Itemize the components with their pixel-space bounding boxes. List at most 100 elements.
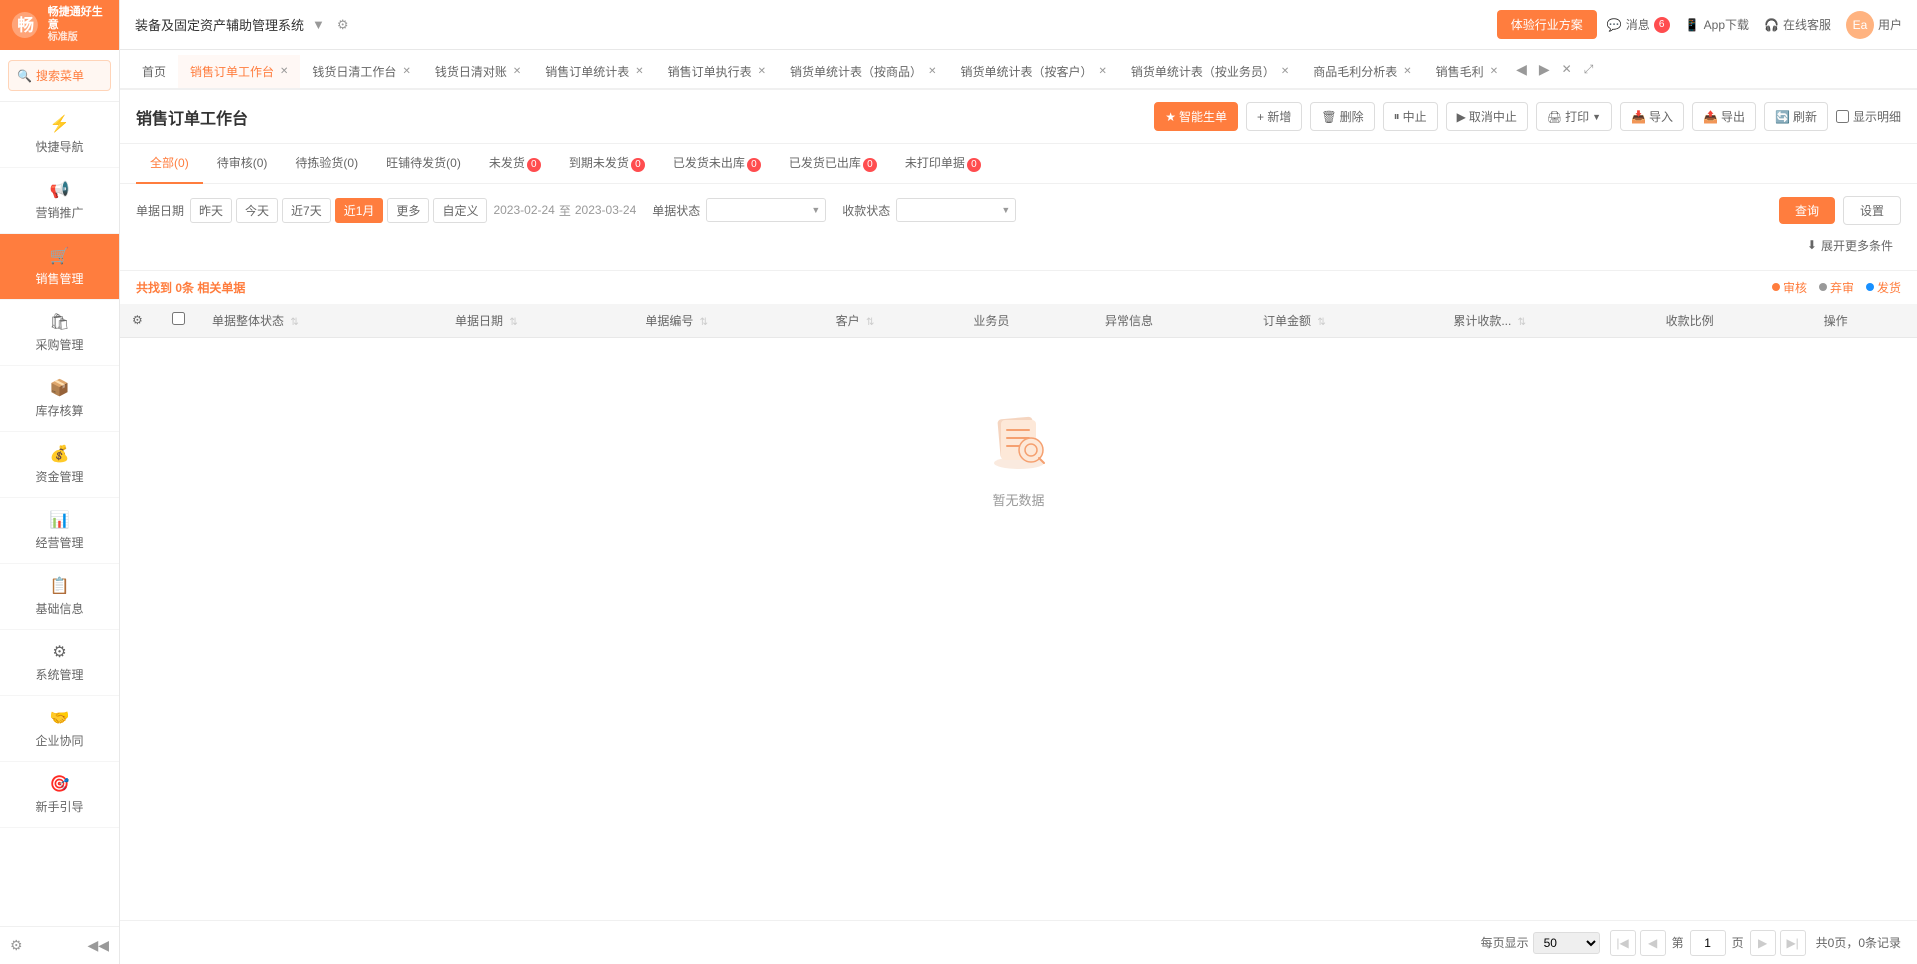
smart-create-button[interactable]: ★ 智能生单 (1154, 102, 1238, 131)
sort-collected-icon: ⇅ (1518, 317, 1526, 328)
tab-sales-exec[interactable]: 销售订单执行表 ✕ (656, 55, 778, 90)
expand-filter-button[interactable]: ⬇ 展开更多条件 (1799, 233, 1901, 258)
sidebar-item-operations[interactable]: 📊 经营管理 (0, 498, 119, 564)
message-button[interactable]: 💬 消息 6 (1607, 16, 1670, 33)
sidebar-item-sales[interactable]: 🛒 销售管理 (0, 234, 119, 300)
trial-button[interactable]: 体验行业方案 (1497, 10, 1597, 39)
th-number[interactable]: 单据编号 ⇅ (633, 304, 823, 338)
select-all-checkbox[interactable] (172, 312, 185, 325)
page-first-btn[interactable]: |◀ (1610, 930, 1636, 956)
tab-sales-profit[interactable]: 销售毛利 ✕ (1424, 55, 1510, 90)
tab-close-sales-stat-staff[interactable]: ✕ (1281, 66, 1289, 77)
sidebar-item-system[interactable]: ⚙ 系统管理 (0, 630, 119, 696)
sub-tab-pending-inspect[interactable]: 待拣验货(0) (281, 144, 372, 184)
sub-tab-all[interactable]: 全部(0) (136, 144, 203, 184)
tab-cash-daily[interactable]: 钱货日清工作台 ✕ (300, 55, 422, 90)
th-date[interactable]: 单据日期 ⇅ (443, 304, 633, 338)
sidebar-item-quick-nav[interactable]: ⚡ 快捷导航 (0, 102, 119, 168)
review-action-btn[interactable]: 审核 (1772, 279, 1807, 296)
tab-sales-stat-staff[interactable]: 销货单统计表（按业务员） ✕ (1119, 55, 1301, 90)
tab-close-cash-daily[interactable]: ✕ (402, 66, 410, 77)
tab-close-sales-profit[interactable]: ✕ (1490, 66, 1498, 77)
date-btn-7days[interactable]: 近7天 (282, 198, 331, 223)
tab-nav-prev[interactable]: ◀ (1510, 57, 1533, 82)
tab-sales-stat[interactable]: 销售订单统计表 ✕ (533, 55, 655, 90)
tab-maximize[interactable]: ⤢ (1578, 58, 1600, 81)
tab-close-sales-stat-product[interactable]: ✕ (928, 66, 936, 77)
tab-close-sales-stat-customer[interactable]: ✕ (1098, 66, 1106, 77)
th-status[interactable]: 单据整体状态 ⇅ (200, 304, 443, 338)
tab-close-cash-reconcile[interactable]: ✕ (513, 66, 521, 77)
payment-select[interactable] (896, 198, 1016, 222)
app-logo[interactable]: 畅 畅捷通好生意 标准版 (0, 0, 119, 50)
th-collected[interactable]: 累计收款... ⇅ (1441, 304, 1653, 338)
page-next-btn[interactable]: ▶ (1750, 930, 1776, 956)
cancel-review-action-btn[interactable]: 弃审 (1819, 279, 1854, 296)
th-amount[interactable]: 订单金额 ⇅ (1251, 304, 1441, 338)
search-menu-button[interactable]: 🔍 搜索菜单 (8, 60, 111, 91)
sidebar-item-guide[interactable]: 🎯 新手引导 (0, 762, 119, 828)
setting-button[interactable]: 设置 (1843, 196, 1901, 225)
date-btn-today[interactable]: 今天 (236, 198, 278, 223)
sub-tab-shipped-out[interactable]: 已发货已出库0 (775, 144, 891, 184)
collapse-icon[interactable]: ◀◀ (87, 937, 109, 954)
ship-action-btn[interactable]: 发货 (1866, 279, 1901, 296)
sub-tab-overdue-ship[interactable]: 到期未发货0 (555, 144, 659, 184)
tab-cash-reconcile[interactable]: 钱货日清对账 ✕ (423, 55, 533, 90)
sidebar-item-marketing[interactable]: 📢 营销推广 (0, 168, 119, 234)
page-size-dropdown[interactable]: 50 10 20 100 (1533, 932, 1600, 954)
export-icon: 📤 (1703, 110, 1718, 124)
user-area[interactable]: Ea 用户 (1846, 11, 1902, 39)
date-filter-label: 单据日期 (136, 202, 184, 219)
settings-bottom-icon[interactable]: ⚙ (10, 937, 23, 954)
export-button[interactable]: 📤 导出 (1692, 102, 1756, 131)
status-select[interactable] (706, 198, 826, 222)
page-number-input[interactable] (1690, 930, 1726, 956)
page-prev-btn[interactable]: ◀ (1640, 930, 1666, 956)
tab-close-goods-margin[interactable]: ✕ (1403, 66, 1411, 77)
sub-tab-wangpu-shipping[interactable]: 旺铺待发货(0) (372, 144, 475, 184)
sidebar-item-purchase[interactable]: 🛍 采购管理 (0, 300, 119, 366)
sidebar-item-finance[interactable]: 💰 资金管理 (0, 432, 119, 498)
top-header: 装备及固定资产辅助管理系统 ▼ ⚙ 体验行业方案 💬 消息 6 📱 App下载 … (120, 0, 1917, 50)
guide-icon: 🎯 (50, 774, 70, 794)
add-button[interactable]: + 新增 (1246, 102, 1302, 131)
query-button[interactable]: 查询 (1779, 197, 1835, 224)
tab-home[interactable]: 首页 (130, 55, 178, 90)
settings-icon[interactable]: ⚙ (337, 17, 349, 33)
tab-sales-stat-product[interactable]: 销货单统计表（按商品） ✕ (778, 55, 948, 90)
page-last-btn[interactable]: ▶| (1780, 930, 1806, 956)
tab-nav-next[interactable]: ▶ (1533, 57, 1556, 82)
refresh-button[interactable]: 🔄 刷新 (1764, 102, 1828, 131)
app-download-button[interactable]: 📱 App下载 (1685, 16, 1749, 33)
sidebar-item-enterprise[interactable]: 🤝 企业协同 (0, 696, 119, 762)
tab-close-sales-stat[interactable]: ✕ (635, 66, 643, 77)
tab-sales-order[interactable]: 销售订单工作台 ✕ (178, 55, 300, 90)
suspend-button[interactable]: ⏸ 中止 (1383, 102, 1438, 131)
date-btn-yesterday[interactable]: 昨天 (190, 198, 232, 223)
date-btn-1month[interactable]: 近1月 (335, 198, 384, 223)
sub-tab-pending-review[interactable]: 待审核(0) (203, 144, 282, 184)
tab-close-sales-order[interactable]: ✕ (280, 66, 288, 77)
th-customer[interactable]: 客户 ⇅ (824, 304, 962, 338)
date-btn-custom[interactable]: 自定义 (433, 198, 487, 223)
show-detail-checkbox-label[interactable]: 显示明细 (1836, 108, 1901, 125)
sidebar-item-basic-info[interactable]: 📋 基础信息 (0, 564, 119, 630)
print-button[interactable]: 🖨 打印 ▼ (1536, 102, 1612, 131)
dropdown-icon[interactable]: ▼ (312, 17, 325, 32)
online-service-button[interactable]: 🎧 在线客服 (1764, 16, 1831, 33)
tab-close-all[interactable]: ✕ (1556, 58, 1578, 80)
sub-tab-not-printed[interactable]: 未打印单据0 (891, 144, 995, 184)
delete-button[interactable]: 🗑 删除 (1310, 102, 1374, 131)
tab-goods-margin[interactable]: 商品毛利分析表 ✕ (1301, 55, 1423, 90)
cancel-suspend-button[interactable]: ▶ 取消中止 (1446, 102, 1528, 131)
import-button[interactable]: 📥 导入 (1620, 102, 1684, 131)
tab-sales-stat-customer[interactable]: 销货单统计表（按客户） ✕ (948, 55, 1118, 90)
show-detail-checkbox[interactable] (1836, 110, 1849, 123)
sub-tab-not-shipped[interactable]: 未发货0 (475, 144, 555, 184)
column-settings-icon[interactable]: ⚙ (132, 313, 143, 327)
tab-close-sales-exec[interactable]: ✕ (758, 66, 766, 77)
date-btn-more[interactable]: 更多 (387, 198, 429, 223)
sub-tab-shipped-not-out[interactable]: 已发货未出库0 (659, 144, 775, 184)
sidebar-item-inventory[interactable]: 📦 库存核算 (0, 366, 119, 432)
